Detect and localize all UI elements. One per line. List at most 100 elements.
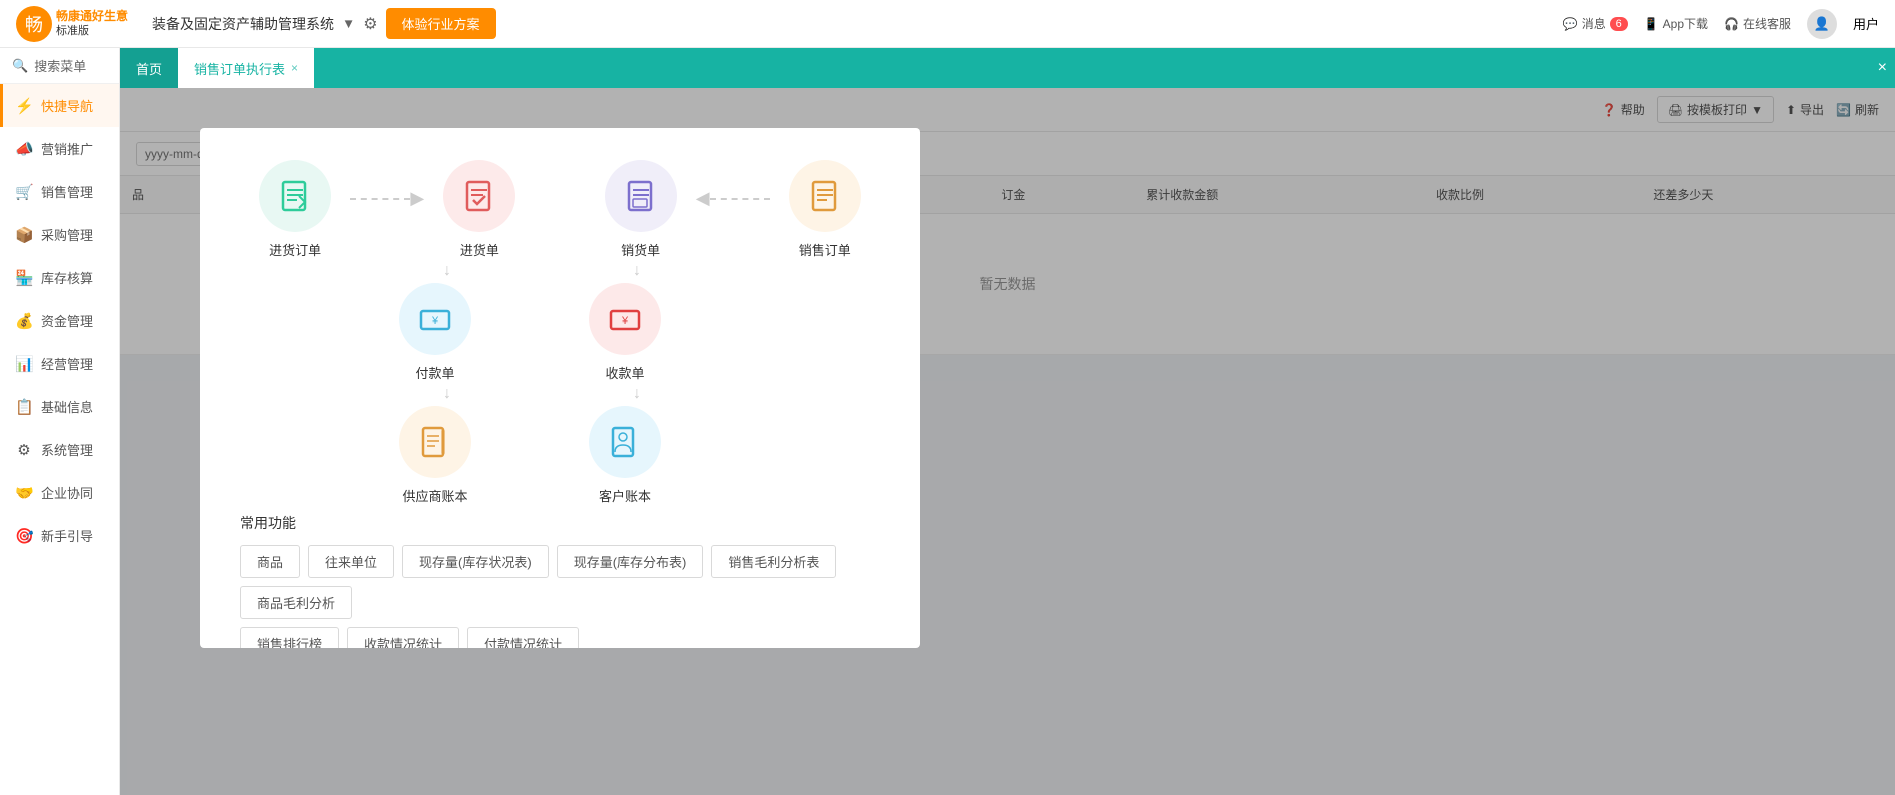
down-arrow-sales-icon: ↓ (584, 263, 690, 279)
purchase-bill-label: 进货单 (460, 240, 499, 259)
flow-customer-ledger[interactable]: 客户账本 (560, 406, 690, 505)
common-btn-product[interactable]: 商品 (240, 545, 300, 578)
flow-down-arrows: ↓ ↓ (240, 259, 880, 283)
flow-bottom-section: 供应商账本 客户账本 (240, 406, 880, 505)
message-badge: 6 (1610, 17, 1628, 31)
brand-sub: 标准版 (56, 24, 128, 38)
search-label: 搜索菜单 (34, 56, 86, 75)
top-bar-middle: 装备及固定资产辅助管理系统 ▼ ⚙ 体验行业方案 (136, 8, 1563, 39)
sidebar-item-operations[interactable]: 📊 经营管理 (0, 342, 119, 385)
common-btn-receipt-stats[interactable]: 收款情况统计 (347, 627, 459, 648)
sales-bill-label: 销货单 (621, 240, 660, 259)
flow-payment[interactable]: ¥ 付款单 (370, 283, 500, 382)
common-btn-unit[interactable]: 往来单位 (308, 545, 394, 578)
tab-home[interactable]: 首页 (120, 48, 178, 88)
common-btn-stock-dist[interactable]: 现存量(库存分布表) (557, 545, 704, 578)
modal-overlay[interactable]: 进货订单 ▶ (120, 88, 1895, 795)
sidebar-item-basic-info[interactable]: 📋 基础信息 (0, 385, 119, 428)
experience-btn[interactable]: 体验行业方案 (386, 8, 496, 39)
sidebar-item-sales[interactable]: 🛒 销售管理 (0, 170, 119, 213)
spacer3 (500, 259, 560, 283)
common-btn-payment-stats[interactable]: 付款情况统计 (467, 627, 579, 648)
sidebar-item-guide[interactable]: 🎯 新手引导 (0, 514, 119, 557)
sidebar-item-marketing[interactable]: 📣 营销推广 (0, 127, 119, 170)
system-dropdown-btn[interactable]: ▼ (342, 16, 355, 31)
flow-supplier-ledger[interactable]: 供应商账本 (370, 406, 500, 505)
download-icon: 📱 (1644, 17, 1659, 31)
main-area: 🔍 搜索菜单 ⚡ 快捷导航 📣 营销推广 🛒 销售管理 📦 采购管理 🏪 (0, 48, 1895, 795)
tab-sales-order[interactable]: 销售订单执行表 × (178, 48, 314, 88)
flow-sales-bill[interactable]: 销货单 (585, 160, 695, 259)
tab-close-all-btn[interactable]: × (1878, 59, 1887, 77)
common-functions-section: 常用功能 商品 往来单位 现存量(库存状况表) 现存量(库存分布表) 销售毛利分… (240, 513, 880, 648)
flow-purchase-order[interactable]: 进货订单 (240, 160, 350, 259)
down-arrow-payment-icon: ↓ (394, 386, 500, 402)
sidebar-item-enterprise[interactable]: 🤝 企业协同 (0, 471, 119, 514)
sidebar: 🔍 搜索菜单 ⚡ 快捷导航 📣 营销推广 🛒 销售管理 📦 采购管理 🏪 (0, 48, 120, 795)
common-btn-sales-profit[interactable]: 销售毛利分析表 (711, 545, 836, 578)
logo-text: 畅康通好生意 标准版 (56, 9, 128, 39)
app-wrapper: 畅 畅康通好生意 标准版 装备及固定资产辅助管理系统 ▼ ⚙ 体验行业方案 💬 … (0, 0, 1895, 795)
sidebar-item-purchase[interactable]: 📦 采购管理 (0, 213, 119, 256)
sidebar-label-inventory: 库存核算 (41, 268, 93, 287)
avatar-icon: 👤 (1814, 16, 1830, 32)
tab-home-label: 首页 (136, 59, 162, 78)
flow-receipt[interactable]: ¥ 收款单 (560, 283, 690, 382)
user-avatar[interactable]: 👤 (1807, 9, 1837, 39)
down-arrow-payment: ↓ (370, 382, 500, 406)
arrow-h2: ◀ (696, 188, 770, 209)
common-buttons-row2: 销售排行榜 收款情况统计 付款情况统计 (240, 627, 880, 648)
supplier-ledger-label: 供应商账本 (402, 486, 467, 505)
sales-icon: 🛒 (15, 183, 33, 201)
modal-dialog: 进货订单 ▶ (200, 128, 920, 648)
sidebar-label-operations: 经营管理 (41, 354, 93, 373)
online-service-label: 在线客服 (1743, 15, 1791, 32)
sidebar-label-enterprise: 企业协同 (41, 483, 93, 502)
supplier-ledger-circle (399, 406, 471, 478)
top-bar-right: 💬 消息 6 📱 App下载 🎧 在线客服 👤 用户 (1563, 9, 1879, 39)
flow-middle-section: ¥ 付款单 ¥ 收款单 (240, 283, 880, 382)
sidebar-item-finance[interactable]: 💰 资金管理 (0, 299, 119, 342)
user-name: 用户 (1853, 14, 1879, 33)
enterprise-icon: 🤝 (15, 484, 33, 502)
logo-icon: 畅 (16, 6, 52, 42)
sales-bill-circle (605, 160, 677, 232)
flow-purchase-bill[interactable]: 进货单 (424, 160, 534, 259)
operations-icon: 📊 (15, 355, 33, 373)
tab-sales-order-label: 销售订单执行表 (194, 59, 285, 78)
online-service-btn[interactable]: 🎧 在线客服 (1724, 15, 1791, 32)
sidebar-item-system[interactable]: ⚙ 系统管理 (0, 428, 119, 471)
top-bar: 畅 畅康通好生意 标准版 装备及固定资产辅助管理系统 ▼ ⚙ 体验行业方案 💬 … (0, 0, 1895, 48)
content-area: 首页 销售订单执行表 × × ❓ 帮助 🖨 按 (120, 48, 1895, 795)
search-icon: 🔍 (12, 58, 28, 74)
common-btn-stock-status[interactable]: 现存量(库存状况表) (402, 545, 549, 578)
purchase-order-circle (259, 160, 331, 232)
settings-gear-btn[interactable]: ⚙ (363, 14, 377, 34)
sidebar-item-quick-nav[interactable]: ⚡ 快捷导航 (0, 84, 119, 127)
common-btn-sales-rank[interactable]: 销售排行榜 (240, 627, 339, 648)
message-btn[interactable]: 💬 消息 6 (1563, 15, 1628, 32)
sidebar-search[interactable]: 🔍 搜索菜单 (0, 48, 119, 84)
sidebar-label-basic-info: 基础信息 (41, 397, 93, 416)
svg-text:¥: ¥ (431, 315, 439, 327)
app-download-btn[interactable]: 📱 App下载 (1644, 15, 1708, 32)
message-label: 消息 (1582, 15, 1606, 32)
common-btn-product-profit[interactable]: 商品毛利分析 (240, 586, 352, 619)
spacer7 (500, 382, 560, 406)
purchase-bill-circle (443, 160, 515, 232)
receipt-label: 收款单 (605, 363, 644, 382)
down-arrow-receipt-icon: ↓ (584, 386, 690, 402)
sidebar-label-system: 系统管理 (41, 440, 93, 459)
flow-sales-order[interactable]: 销售订单 (770, 160, 880, 259)
sidebar-label-purchase: 采购管理 (41, 225, 93, 244)
receipt-circle: ¥ (589, 283, 661, 355)
payment-label: 付款单 (415, 363, 454, 382)
tab-close-icon[interactable]: × (291, 61, 298, 75)
sales-order-label: 销售订单 (799, 240, 851, 259)
tab-bar: 首页 销售订单执行表 × × (120, 48, 1895, 88)
flow-top-section: 进货订单 ▶ (240, 160, 880, 259)
sidebar-label-guide: 新手引导 (41, 526, 93, 545)
sidebar-item-inventory[interactable]: 🏪 库存核算 (0, 256, 119, 299)
down-arrow-purchase: ↓ (370, 259, 500, 283)
message-icon: 💬 (1563, 17, 1578, 31)
